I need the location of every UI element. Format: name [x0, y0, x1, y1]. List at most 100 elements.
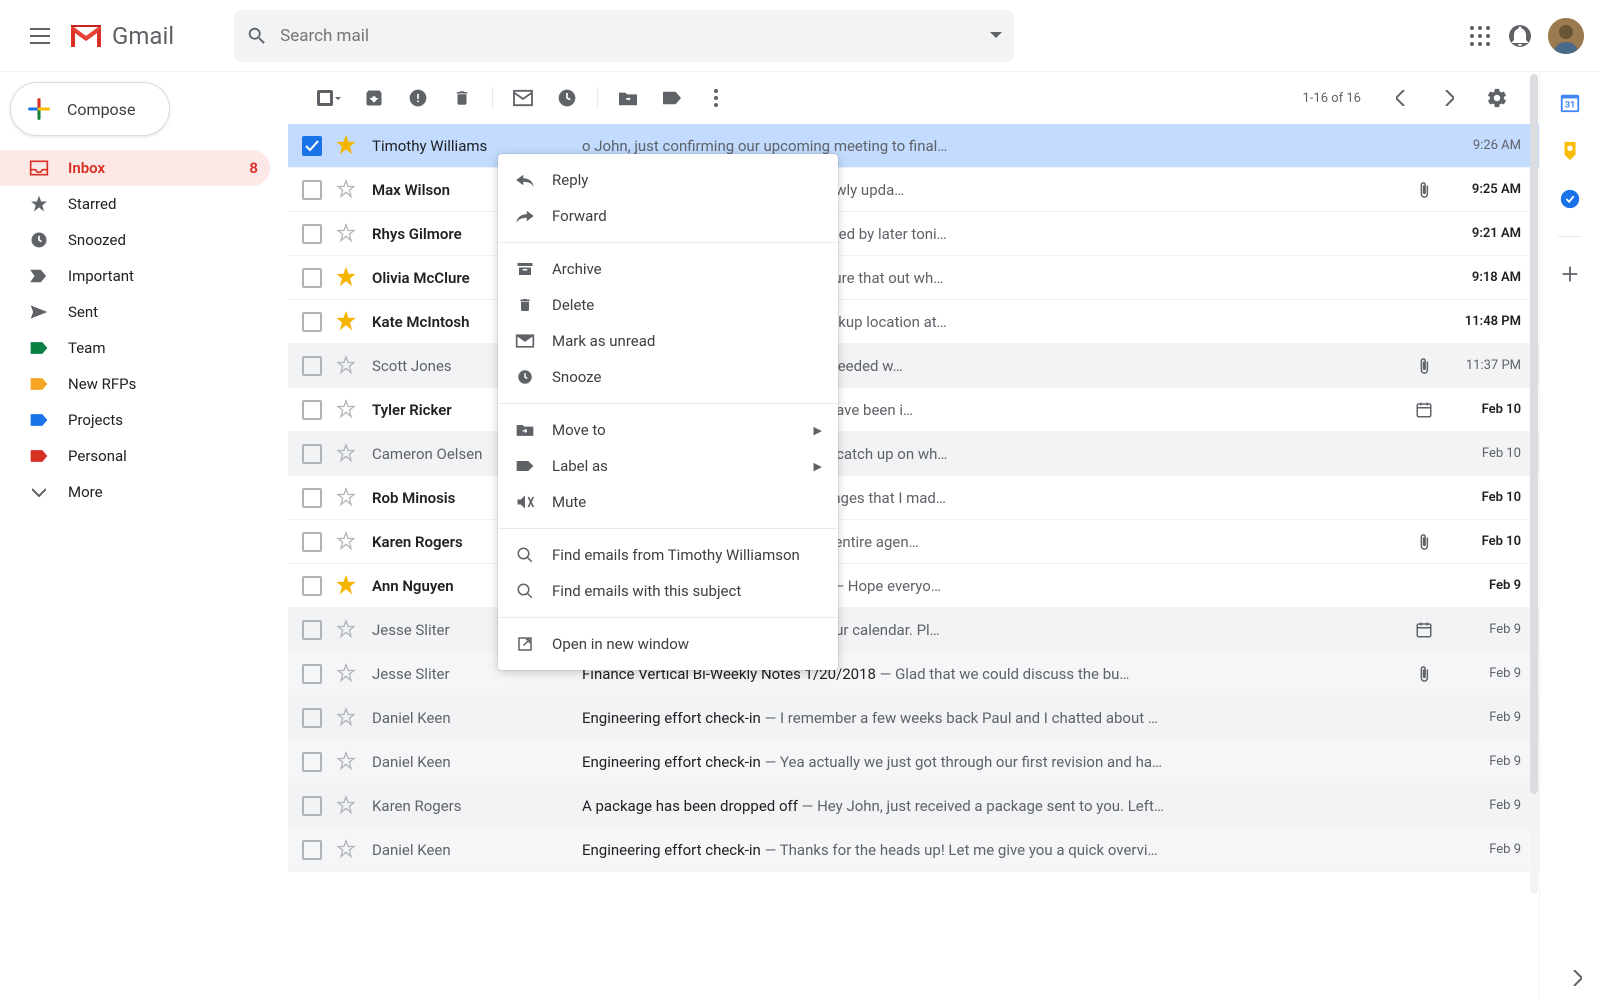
sidebar-item-snoozed[interactable]: Snoozed [0, 222, 270, 258]
sidebar-item-more[interactable]: More [0, 474, 270, 510]
star-toggle[interactable] [336, 531, 358, 553]
sidebar-item-sent[interactable]: Sent [0, 294, 270, 330]
star-toggle[interactable] [336, 399, 358, 421]
row-checkbox[interactable] [302, 708, 322, 728]
mail-row[interactable]: Rob Minosise proposal — Take a look over… [288, 476, 1539, 520]
row-checkbox[interactable] [302, 400, 322, 420]
menu-item-find-emails-from-timothy-willi[interactable]: Find emails from Timothy Williamson [498, 537, 838, 573]
star-toggle[interactable] [336, 663, 358, 685]
user-avatar[interactable] [1548, 18, 1584, 54]
mail-row[interactable]: Jesse SliterFinance Vertical Bi-Weekly N… [288, 652, 1539, 696]
snooze-button[interactable] [545, 76, 589, 120]
mail-row[interactable]: Daniel KeenEngineering effort check-in —… [288, 740, 1539, 784]
row-checkbox[interactable] [302, 796, 322, 816]
star-toggle[interactable] [336, 135, 358, 157]
menu-item-snooze[interactable]: Snooze [498, 359, 838, 395]
row-checkbox[interactable] [302, 268, 322, 288]
star-toggle[interactable] [336, 311, 358, 333]
menu-item-label-as[interactable]: Label as▶ [498, 448, 838, 484]
labels-button[interactable] [650, 76, 694, 120]
menu-item-find-emails-with-this-subject[interactable]: Find emails with this subject [498, 573, 838, 609]
sidebar-item-new-rfps[interactable]: New RFPs [0, 366, 270, 402]
archive-button[interactable] [352, 76, 396, 120]
menu-item-move-to[interactable]: Move to▶ [498, 412, 838, 448]
keep-addon-icon[interactable] [1559, 140, 1581, 162]
row-checkbox[interactable] [302, 752, 322, 772]
star-toggle[interactable] [336, 487, 358, 509]
row-checkbox[interactable] [302, 664, 322, 684]
row-checkbox[interactable] [302, 488, 322, 508]
sidebar-item-important[interactable]: Important [0, 258, 270, 294]
star-toggle[interactable] [336, 839, 358, 861]
search-bar[interactable] [234, 10, 1014, 62]
menu-item-archive[interactable]: Archive [498, 251, 838, 287]
mail-row[interactable]: Kate McIntoshder has been confirmed for … [288, 300, 1539, 344]
more-button[interactable] [694, 76, 738, 120]
row-checkbox[interactable] [302, 576, 322, 596]
row-checkbox[interactable] [302, 136, 322, 156]
mail-row[interactable]: Daniel KeenEngineering effort check-in —… [288, 696, 1539, 740]
sidebar-item-team[interactable]: Team [0, 330, 270, 366]
mail-row[interactable]: Cameron Oelsenavailable I slotted some t… [288, 432, 1539, 476]
calendar-addon-icon[interactable]: 31 [1559, 92, 1581, 114]
tasks-addon-icon[interactable] [1559, 188, 1581, 210]
menu-item-reply[interactable]: Reply [498, 162, 838, 198]
notifications-icon[interactable] [1508, 24, 1532, 48]
search-input[interactable] [280, 26, 990, 46]
row-checkbox[interactable] [302, 840, 322, 860]
menu-item-mark-as-unread[interactable]: Mark as unread [498, 323, 838, 359]
mail-row[interactable]: Ann Nguyente across Horizontals, Vertica… [288, 564, 1539, 608]
sidebar-item-personal[interactable]: Personal [0, 438, 270, 474]
star-toggle[interactable] [336, 707, 358, 729]
menu-button[interactable] [16, 12, 64, 60]
compose-button[interactable]: Compose [10, 82, 170, 136]
collapse-panel-button[interactable] [1572, 970, 1582, 986]
menu-item-mute[interactable]: Mute [498, 484, 838, 520]
star-toggle[interactable] [336, 619, 358, 641]
sidebar-item-projects[interactable]: Projects [0, 402, 270, 438]
move-to-button[interactable] [606, 76, 650, 120]
mail-row[interactable]: Olivia McClure — Yeah I completely agree… [288, 256, 1539, 300]
mail-row[interactable]: Max Wilson — Hi John, can you please rel… [288, 168, 1539, 212]
gmail-logo[interactable]: Gmail [68, 22, 174, 50]
row-checkbox[interactable] [302, 444, 322, 464]
add-addon-icon[interactable] [1559, 263, 1581, 285]
mail-row[interactable]: Karen Rogerss year — Glad that we got th… [288, 520, 1539, 564]
row-checkbox[interactable] [302, 356, 322, 376]
mail-row[interactable]: Daniel KeenEngineering effort check-in —… [288, 828, 1539, 872]
mark-unread-button[interactable] [501, 76, 545, 120]
mail-row[interactable]: Timothy Williamso John, just confirming … [288, 124, 1539, 168]
row-checkbox[interactable] [302, 620, 322, 640]
row-checkbox[interactable] [302, 224, 322, 244]
select-all-checkbox[interactable] [308, 76, 352, 120]
sidebar-item-inbox[interactable]: Inbox8 [0, 150, 270, 186]
report-spam-button[interactable] [396, 76, 440, 120]
menu-item-delete[interactable]: Delete [498, 287, 838, 323]
star-toggle[interactable] [336, 443, 358, 465]
prev-page-button[interactable] [1379, 76, 1423, 120]
next-page-button[interactable] [1427, 76, 1471, 120]
menu-item-open-in-new-window[interactable]: Open in new window [498, 626, 838, 662]
delete-button[interactable] [440, 76, 484, 120]
search-options-arrow[interactable] [990, 32, 1002, 40]
row-checkbox[interactable] [302, 312, 322, 332]
star-toggle[interactable] [336, 355, 358, 377]
mail-row[interactable]: Jesse Sliterg @ Dec 1, 2017 3pm - 4pm — … [288, 608, 1539, 652]
mail-row[interactable]: Rhys Gilmore — Sounds like a plan. I sho… [288, 212, 1539, 256]
menu-item-forward[interactable]: Forward [498, 198, 838, 234]
scrollbar-thumb[interactable] [1530, 74, 1538, 794]
star-toggle[interactable] [336, 223, 358, 245]
star-toggle[interactable] [336, 575, 358, 597]
mail-row[interactable]: Karen RogersA package has been dropped o… [288, 784, 1539, 828]
row-checkbox[interactable] [302, 532, 322, 552]
star-toggle[interactable] [336, 751, 358, 773]
sidebar-item-starred[interactable]: Starred [0, 186, 270, 222]
mail-row[interactable]: Scott Jones — Our budget last year for v… [288, 344, 1539, 388]
star-toggle[interactable] [336, 179, 358, 201]
star-toggle[interactable] [336, 795, 358, 817]
star-toggle[interactable] [336, 267, 358, 289]
settings-button[interactable] [1475, 76, 1519, 120]
row-checkbox[interactable] [302, 180, 322, 200]
mail-row[interactable]: Tyler RickerFeb 5, 2018 2:00pm - 3:00pm … [288, 388, 1539, 432]
apps-grid-icon[interactable] [1468, 24, 1492, 48]
